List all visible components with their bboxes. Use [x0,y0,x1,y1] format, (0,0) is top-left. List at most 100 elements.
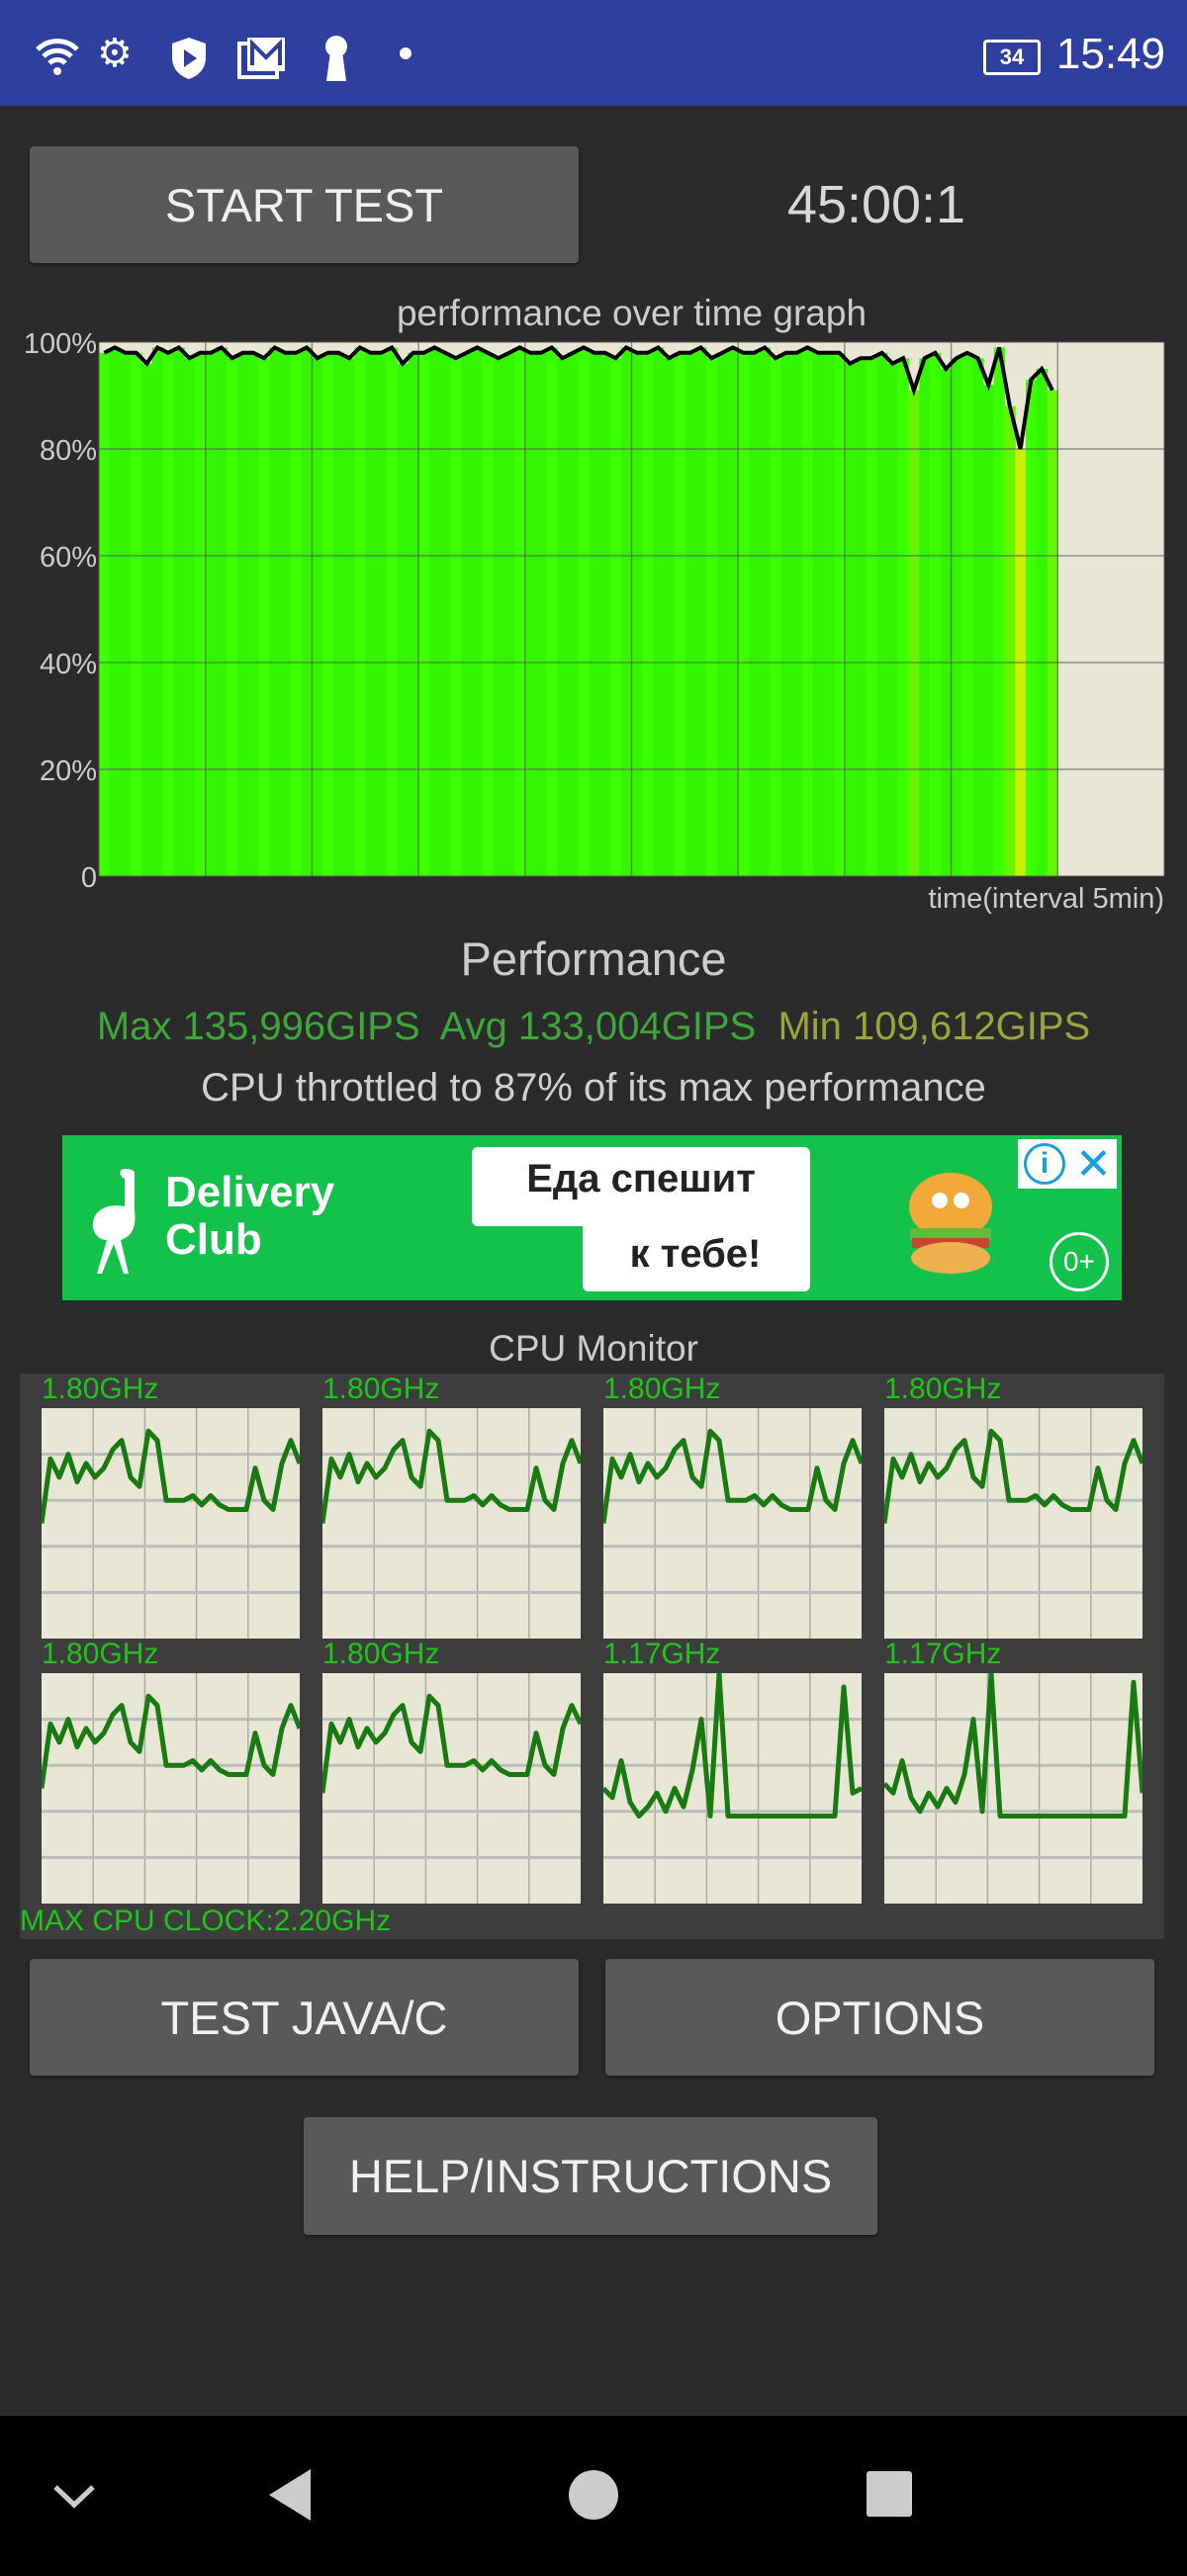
ad-brand-line2: Club [165,1215,262,1264]
performance-bar [216,347,228,876]
core-load-graph [603,1408,862,1639]
core-frequency: 1.80GHz [603,1373,721,1405]
performance-bar [493,358,504,876]
core-frequency: 1.17GHz [884,1638,1002,1670]
performance-bar [386,347,399,876]
performance-bar [1036,369,1049,876]
performance-bar [653,347,665,876]
performance-bar [269,347,281,876]
performance-bar [674,352,685,876]
core-frequency: 1.17GHz [603,1638,721,1670]
performance-bar [428,347,441,876]
y-tick-label: 20% [40,755,97,787]
start-test-button[interactable]: START TEST [30,146,579,263]
test-java-c-button[interactable]: TEST JAVA/C [30,1959,579,2076]
ad-slogan-line1: Еда спешит [526,1157,756,1200]
y-tick-label: 100% [24,328,97,360]
performance-bar [993,347,1006,876]
performance-bar [972,358,984,876]
performance-bar [908,390,920,876]
core-frequency: 1.80GHz [322,1638,440,1670]
shield-play-icon [172,38,206,79]
performance-bar [322,352,334,876]
performance-bar [247,352,260,876]
performance-chart: 0 20% 40% 60% 80% 100% [24,328,1165,894]
performance-bar [940,369,953,876]
performance-bar [343,358,356,876]
performance-bar [759,347,772,876]
core-load-graph [884,1673,1142,1904]
performance-bar [930,352,942,876]
performance-bar [876,352,888,876]
performance-bar [450,358,462,876]
performance-bar [237,352,249,876]
ad-brand-line1: Delivery [165,1168,335,1216]
performance-bar [897,358,910,876]
performance-bar [131,352,142,876]
performance-bar [919,358,931,876]
ad-info-icon[interactable]: i [1024,1143,1065,1185]
performance-bar [823,352,835,876]
performance-heading: Performance [460,933,727,985]
performance-bar [801,347,814,876]
core-load-graph [884,1408,1142,1639]
performance-bar [589,352,600,876]
back-icon[interactable] [265,2467,315,2523]
performance-bar [524,352,537,876]
performance-bar [770,358,781,876]
gallery-mail-icon [237,38,285,79]
performance-bar [173,347,185,876]
performance-bar [727,347,739,876]
performance-bar [685,352,696,876]
home-icon[interactable] [566,2467,621,2523]
performance-bar [332,352,345,876]
performance-bar [599,352,611,876]
performance-bar [844,363,857,877]
x-axis-label: time(interval 5min) [928,883,1165,915]
performance-bar [982,385,995,876]
cpu-monitor-title: CPU Monitor [489,1328,698,1369]
ad-controls: i ✕ [1018,1139,1117,1189]
core-frequency: 1.80GHz [884,1373,1002,1405]
performance-bar [397,363,409,877]
performance-bar [514,347,526,876]
performance-bar [866,358,877,876]
performance-bar [1004,405,1016,876]
performance-bar [951,358,962,876]
performance-bar [109,347,122,876]
performance-bar [546,347,558,876]
status-bar: ⚙ 34 15:49 [0,0,1187,106]
ostrich-logo-icon [92,1169,136,1274]
core-load-graph [322,1408,581,1639]
performance-bar [609,358,622,876]
options-button[interactable]: OPTIONS [605,1959,1154,2076]
performance-bar [354,347,366,876]
performance-bar [280,352,292,876]
recents-icon[interactable] [865,2469,914,2519]
performance-bar [716,352,729,876]
core-frequency: 1.80GHz [42,1638,159,1670]
performance-bar [120,352,132,876]
performance-bar [227,358,238,876]
chevron-down-icon[interactable] [49,2475,99,2515]
ad-close-icon[interactable]: ✕ [1075,1139,1112,1190]
cell-background [322,1408,581,1639]
clock: 15:49 [1055,30,1165,78]
performance-bar [471,347,484,876]
ad-banner[interactable]: Delivery Club Еда спешит к тебе! i ✕ 0+ [62,1135,1122,1300]
help-instructions-button[interactable]: HELP/INSTRUCTIONS [304,2117,877,2235]
throttle-text: CPU throttled to 87% of its max performa… [201,1066,986,1110]
cell-background [603,1408,862,1639]
performance-bar [376,352,388,876]
wifi-icon [36,39,79,75]
performance-bar [258,358,270,876]
navigation-bar [0,2416,1187,2576]
core-load-graph [42,1408,300,1639]
performance-bar [408,352,419,876]
performance-bar [663,358,676,876]
gear-icon: ⚙ [97,32,133,75]
performance-bar [780,352,792,876]
performance-stats: Max 135,996GIPS Avg 133,004GIPS Min 109,… [0,1005,1187,1049]
performance-bar [961,352,973,876]
performance-bar [695,347,707,876]
